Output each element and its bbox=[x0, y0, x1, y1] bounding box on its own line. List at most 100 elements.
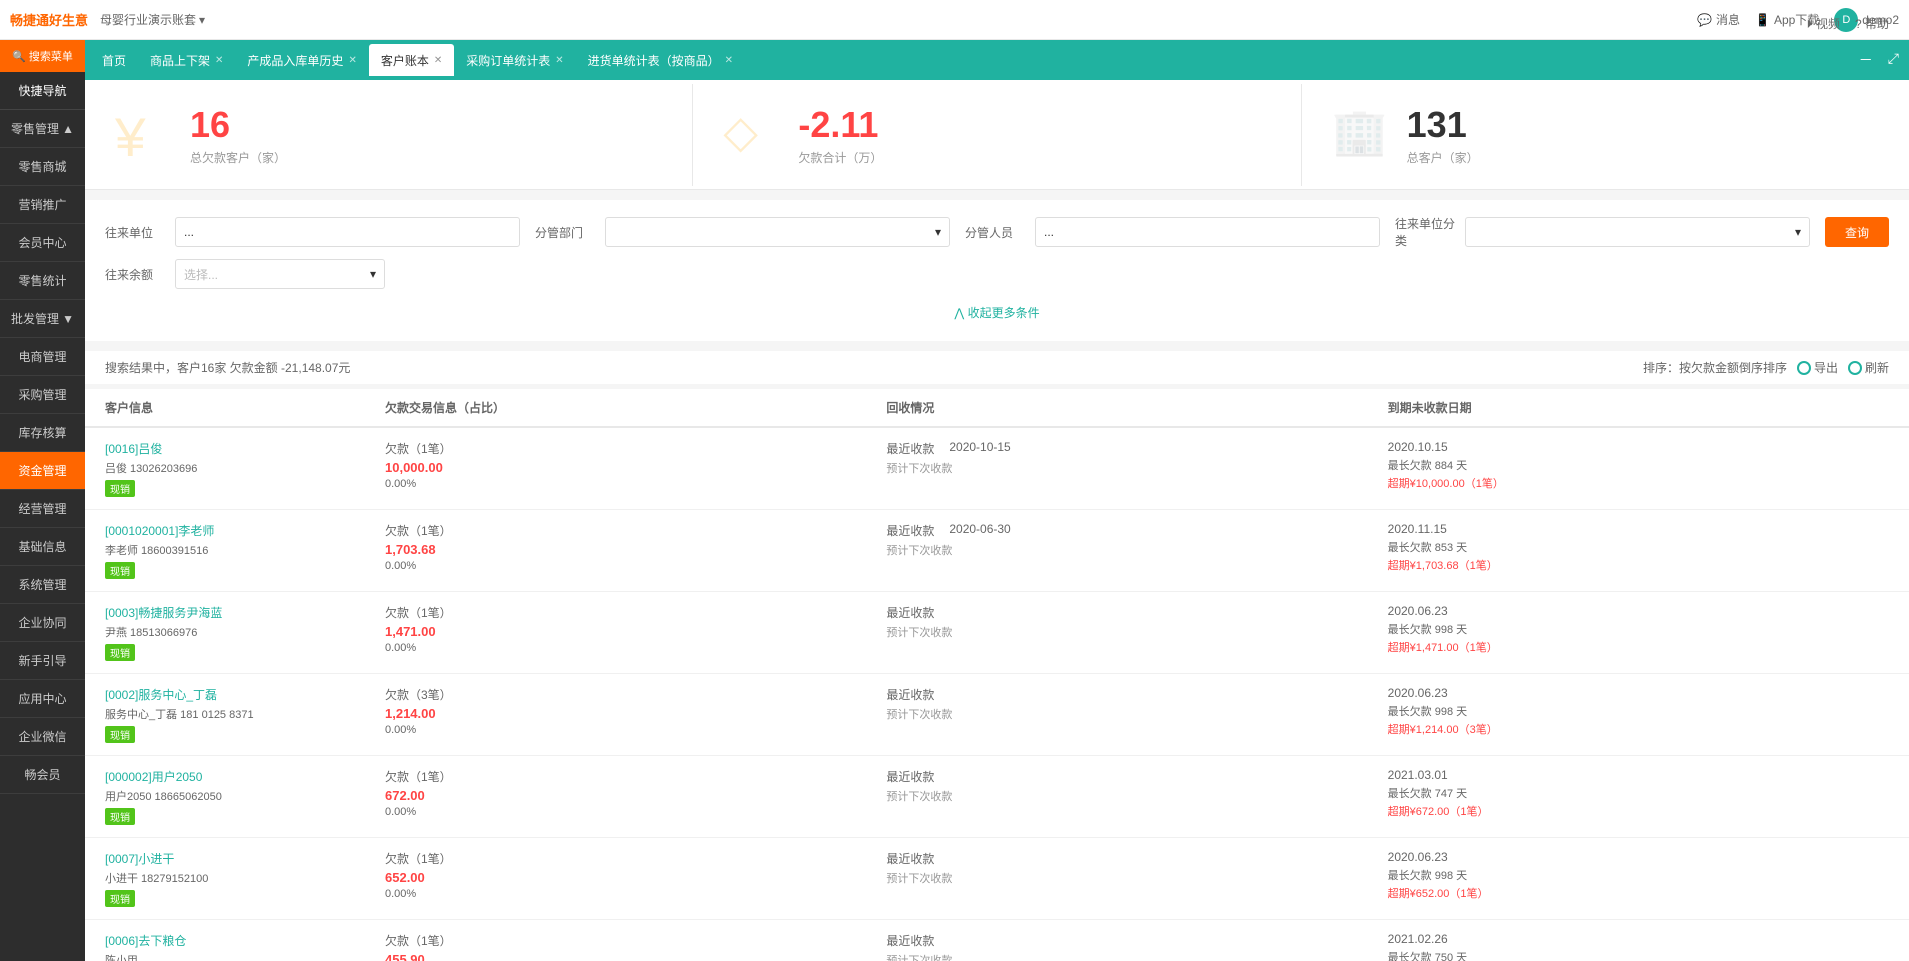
payback-info-3: 最近收款 预计下次收款 bbox=[886, 686, 1387, 722]
debt-info-4: 欠款（1笔） 672.00 0.00% bbox=[385, 768, 886, 818]
sidebar-item-operations[interactable]: 经营管理 bbox=[0, 490, 85, 528]
customer-name-0[interactable]: [0016]吕俊 bbox=[105, 440, 385, 457]
filter-dept: 分管部门 ▾ bbox=[535, 217, 950, 247]
tab-customer-account[interactable]: 客户账本 ✕ bbox=[369, 44, 454, 76]
tab-product-history-label: 产成品入库单历史 bbox=[247, 52, 343, 69]
payback-info-4: 最近收款 预计下次收款 bbox=[886, 768, 1387, 804]
customer-phone-0: 吕俊 13026203696 bbox=[105, 460, 385, 476]
due-overdue-0[interactable]: 超期¥10,000.00（1笔） bbox=[1388, 475, 1889, 491]
enterprise-label: 企业协同 bbox=[18, 616, 66, 630]
balance-select[interactable]: 选择... ▾ bbox=[175, 259, 385, 289]
search-button[interactable]: 查询 bbox=[1825, 217, 1889, 247]
due-days-4: 最长欠款 747 天 bbox=[1388, 785, 1889, 801]
customer-phone-4: 用户2050 18665062050 bbox=[105, 788, 385, 804]
message-btn[interactable]: 💬 消息 bbox=[1697, 11, 1740, 28]
sidebar-item-apps[interactable]: 应用中心 bbox=[0, 680, 85, 718]
due-overdue-2[interactable]: 超期¥1,471.00（1笔） bbox=[1388, 639, 1889, 655]
sidebar-item-newbie[interactable]: 新手引导 bbox=[0, 642, 85, 680]
sidebar-item-retail-mall[interactable]: 零售商城 bbox=[0, 148, 85, 186]
customer-name-1[interactable]: [0001020001]李老师 bbox=[105, 522, 385, 539]
customer-tag-0: 现销 bbox=[105, 480, 135, 497]
tab-purchase-stats[interactable]: 进货单统计表（按商品） ✕ bbox=[576, 44, 745, 76]
sidebar-item-retail-stats[interactable]: 零售统计 bbox=[0, 262, 85, 300]
sidebar-item-member[interactable]: 会员中心 bbox=[0, 224, 85, 262]
debt-count-4: 欠款（1笔） bbox=[385, 768, 886, 785]
retail-stats-label: 零售统计 bbox=[18, 274, 66, 288]
sidebar-item-member2[interactable]: 畅会员 bbox=[0, 756, 85, 794]
customer-name-5[interactable]: [0007]小进干 bbox=[105, 850, 385, 867]
customer-tag-3: 现销 bbox=[105, 726, 135, 743]
sidebar-item-enterprise[interactable]: 企业协同 bbox=[0, 604, 85, 642]
filter-balance: 往来余额 选择... ▾ bbox=[105, 259, 385, 289]
sidebar-item-finance[interactable]: 资金管理 bbox=[0, 452, 85, 490]
member2-label: 畅会员 bbox=[24, 768, 60, 782]
sidebar-item-marketing[interactable]: 营销推广 bbox=[0, 186, 85, 224]
payback-next-0: 预计下次收款 bbox=[886, 460, 1387, 476]
debt-amount-5: 652.00 bbox=[385, 870, 886, 885]
sidebar-item-purchase[interactable]: 采购管理 bbox=[0, 376, 85, 414]
tab-purchase-order[interactable]: 采购订单统计表 ✕ bbox=[454, 44, 575, 76]
export-btn[interactable]: 导出 bbox=[1797, 359, 1838, 376]
unit-classify-input[interactable]: ▾ bbox=[1465, 217, 1810, 247]
customer-name-2[interactable]: [0003]畅捷服务尹海蓝 bbox=[105, 604, 385, 621]
customer-info-1: [0001020001]李老师 李老师 18600391516 现销 bbox=[105, 522, 385, 579]
debt-amount-0: 10,000.00 bbox=[385, 460, 886, 475]
payback-info-0: 最近收款 2020-10-15 预计下次收款 bbox=[886, 440, 1387, 476]
payback-next-3: 预计下次收款 bbox=[886, 706, 1387, 722]
due-overdue-1[interactable]: 超期¥1,703.68（1笔） bbox=[1388, 557, 1889, 573]
message-label: 消息 bbox=[1716, 11, 1740, 28]
ecommerce-label: 电商管理 bbox=[18, 350, 66, 364]
header-debt: 欠款交易信息（占比） bbox=[385, 399, 886, 416]
sidebar-item-system[interactable]: 系统管理 bbox=[0, 566, 85, 604]
sidebar-item-wechat[interactable]: 企业微信 bbox=[0, 718, 85, 756]
debt-amount-4: 672.00 bbox=[385, 788, 886, 803]
debt-info-2: 欠款（1笔） 1,471.00 0.00% bbox=[385, 604, 886, 654]
customer-name-6[interactable]: [0006]去下粮仓 bbox=[105, 932, 385, 949]
tab-product-online-label: 商品上下架 bbox=[150, 52, 210, 69]
tab-product-history-close[interactable]: ✕ bbox=[348, 55, 356, 66]
source-unit-input[interactable]: ... bbox=[175, 217, 520, 247]
wechat-label: 企业微信 bbox=[18, 730, 66, 744]
sidebar-item-retail-mgmt[interactable]: 零售管理 ▲ bbox=[0, 110, 85, 148]
person-label: 分管人员 bbox=[965, 224, 1035, 241]
tab-customer-account-close[interactable]: ✕ bbox=[434, 55, 442, 66]
tab-purchase-order-close[interactable]: ✕ bbox=[555, 55, 563, 66]
refresh-btn[interactable]: 刷新 bbox=[1848, 359, 1889, 376]
sidebar-item-ecommerce[interactable]: 电商管理 bbox=[0, 338, 85, 376]
tab-bar-right: － ⤢ bbox=[1854, 48, 1904, 72]
table-body: [0016]吕俊 吕俊 13026203696 现销 欠款（1笔） 10,000… bbox=[85, 428, 1909, 961]
tab-product-online-close[interactable]: ✕ bbox=[215, 55, 223, 66]
debt-count-0: 欠款（1笔） bbox=[385, 440, 886, 457]
collapse-more-btn[interactable]: ⋀ 收起更多条件 bbox=[105, 299, 1889, 326]
sidebar-item-batch-mgmt[interactable]: 批发管理 ▼ bbox=[0, 300, 85, 338]
tab-home[interactable]: 首页 bbox=[90, 44, 138, 76]
tab-product-history[interactable]: 产成品入库单历史 ✕ bbox=[235, 44, 368, 76]
industry-select[interactable]: 母婴行业演示账套 ▾ bbox=[100, 11, 205, 28]
chevron-classify-icon: ▾ bbox=[1795, 225, 1801, 239]
customer-info-2: [0003]畅捷服务尹海蓝 尹燕 18513066976 现销 bbox=[105, 604, 385, 661]
sidebar-quick-nav[interactable]: 快捷导航 bbox=[0, 72, 85, 110]
customer-name-3[interactable]: [0002]服务中心_丁磊 bbox=[105, 686, 385, 703]
basic-info-label: 基础信息 bbox=[18, 540, 66, 554]
maximize-icon[interactable]: ⤢ bbox=[1883, 48, 1904, 72]
results-bar: 搜索结果中，客户16家 欠款金额 -21,148.07元 排序：按欠款金额倒序排… bbox=[85, 351, 1909, 384]
content-area: 首页 商品上下架 ✕ 产成品入库单历史 ✕ 客户账本 ✕ 采购订单统计表 ✕ bbox=[85, 40, 1909, 961]
sidebar-item-basic-info[interactable]: 基础信息 bbox=[0, 528, 85, 566]
due-overdue-4[interactable]: 超期¥672.00（1笔） bbox=[1388, 803, 1889, 819]
tab-purchase-order-label: 采购订单统计表 bbox=[466, 52, 550, 69]
due-overdue-5[interactable]: 超期¥652.00（1笔） bbox=[1388, 885, 1889, 901]
customer-name-4[interactable]: [000002]用户2050 bbox=[105, 768, 385, 785]
due-info-5: 2020.06.23 最长欠款 998 天 超期¥652.00（1笔） bbox=[1388, 850, 1889, 901]
due-date-5: 2020.06.23 bbox=[1388, 850, 1889, 864]
sidebar-item-inventory[interactable]: 库存核算 bbox=[0, 414, 85, 452]
tab-product-online[interactable]: 商品上下架 ✕ bbox=[138, 44, 235, 76]
person-input[interactable]: ... bbox=[1035, 217, 1380, 247]
sidebar-search[interactable]: 🔍 搜索菜单 bbox=[0, 40, 85, 72]
minimize-icon[interactable]: － bbox=[1854, 48, 1878, 72]
dept-input[interactable]: ▾ bbox=[605, 217, 950, 247]
due-overdue-3[interactable]: 超期¥1,214.00（3笔） bbox=[1388, 721, 1889, 737]
debt-count-3: 欠款（3笔） bbox=[385, 686, 886, 703]
filter-person: 分管人员 ... bbox=[965, 217, 1380, 247]
tab-purchase-stats-close[interactable]: ✕ bbox=[725, 55, 733, 66]
industry-label: 母婴行业演示账套 bbox=[100, 11, 196, 28]
